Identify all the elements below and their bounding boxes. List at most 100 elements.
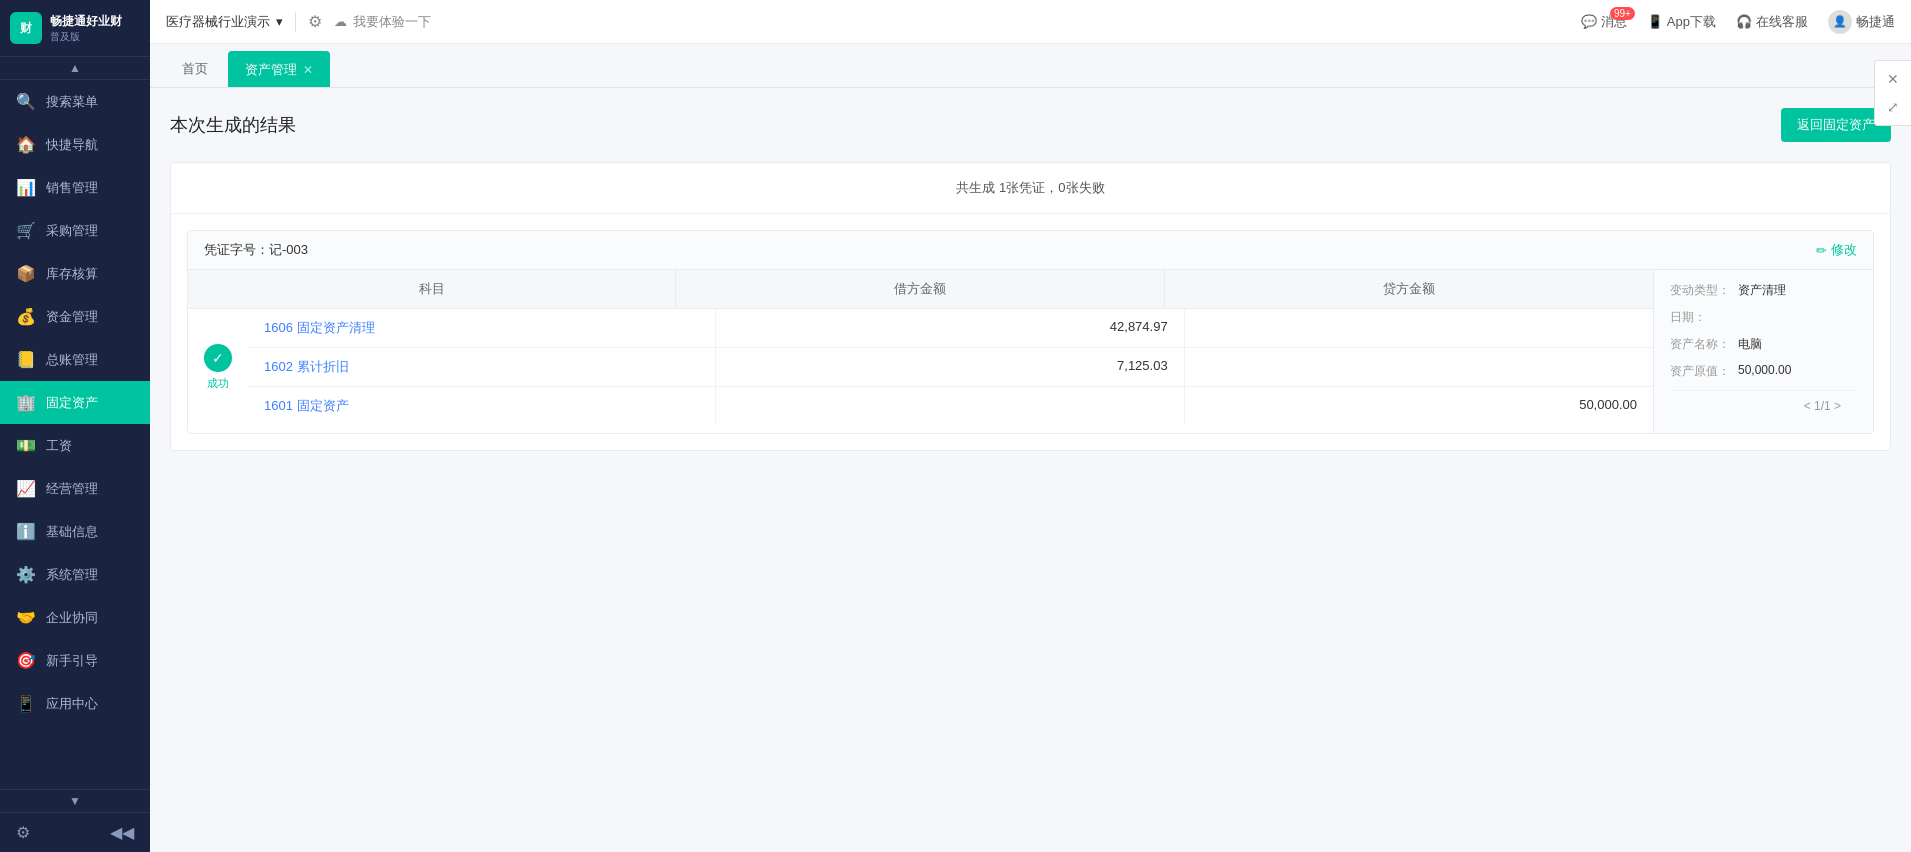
sidebar-item-quick-nav[interactable]: 🏠 快捷导航 [0,123,150,166]
voucher-body: 科目 借方金额 贷方金额 ✓ 成功 1606 固定资产清理 [188,270,1873,433]
topbar-settings-icon[interactable]: ⚙ [308,12,322,31]
avatar: 👤 [1828,10,1852,34]
app-logo-icon: 财 [10,12,42,44]
sidebar-item-label: 固定资产 [46,394,98,412]
sidebar-item-label: 经营管理 [46,480,98,498]
sidebar-item-label: 资金管理 [46,308,98,326]
salary-icon: 💵 [16,436,36,455]
download-icon: 📱 [1647,14,1663,29]
credit-cell-3: 50,000.00 [1185,387,1653,425]
purchase-icon: 🛒 [16,221,36,240]
tab-asset-mgmt-label: 资产管理 [245,61,297,79]
sidebar-item-guide[interactable]: 🎯 新手引导 [0,639,150,682]
funds-icon: 💰 [16,307,36,326]
debit-cell-3 [716,387,1184,425]
date-item: 日期： [1670,309,1857,326]
message-icon: 💬 [1581,14,1597,29]
sidebar: 财 畅捷通好业财 普及版 ▲ 🔍 搜索菜单🏠 快捷导航📊 销售管理🛒 采购管理📦… [0,0,150,852]
enterprise-icon: 🤝 [16,608,36,627]
table-row-wrapper: ✓ 成功 1606 固定资产清理 42,874.97 160 [188,309,1653,425]
voucher-table: 科目 借方金额 贷方金额 ✓ 成功 1606 固定资产清理 [188,270,1653,433]
success-indicator: ✓ 成功 [188,336,248,399]
online-service-btn[interactable]: 🎧 在线客服 [1736,13,1808,31]
tab-close-icon[interactable]: ✕ [303,63,313,77]
sidebar-item-ledger[interactable]: 📒 总账管理 [0,338,150,381]
voucher-number: 凭证字号：记-003 [204,241,308,259]
main-area: 医疗器械行业演示 ▾ ⚙ ☁ 我要体验一下 💬 消息 99+ 📱 App下载 🎧… [150,0,1911,852]
username: 畅捷通 [1856,13,1895,31]
sidebar-item-app-center[interactable]: 📱 应用中心 [0,682,150,725]
cloud-icon: ☁ [334,14,347,29]
table-row: 1602 累计折旧 7,125.03 [248,348,1653,387]
sidebar-item-salary[interactable]: 💵 工资 [0,424,150,467]
asset-name-label: 资产名称： [1670,336,1730,353]
table-rows: 1606 固定资产清理 42,874.97 1602 累计折旧 7,125.03 [248,309,1653,425]
success-text: 成功 [207,376,229,391]
subject-cell-1[interactable]: 1606 固定资产清理 [248,309,716,347]
sidebar-item-funds[interactable]: 💰 资金管理 [0,295,150,338]
success-icon: ✓ [204,344,232,372]
online-service-label: 在线客服 [1756,13,1808,31]
message-btn[interactable]: 💬 消息 99+ [1581,13,1627,31]
collapse-icon[interactable]: ◀◀ [110,823,134,842]
sidebar-footer: ⚙ ◀◀ [0,812,150,852]
subject-cell-3[interactable]: 1601 固定资产 [248,387,716,425]
sales-icon: 📊 [16,178,36,197]
content-area: 本次生成的结果 返回固定资产 共生成 1张凭证，0张失败 凭证字号：记-003 … [150,88,1911,852]
sidebar-item-basic-info[interactable]: ℹ️ 基础信息 [0,510,150,553]
debit-cell-2: 7,125.03 [716,348,1184,386]
sidebar-item-purchase[interactable]: 🛒 采购管理 [0,209,150,252]
app-center-icon: 📱 [16,694,36,713]
quick-nav-icon: 🏠 [16,135,36,154]
tab-asset-mgmt[interactable]: 资产管理 ✕ [228,51,330,87]
sidebar-item-label: 系统管理 [46,566,98,584]
sidebar-nav: 🔍 搜索菜单🏠 快捷导航📊 销售管理🛒 采购管理📦 库存核算💰 资金管理📒 总账… [0,80,150,789]
sidebar-item-enterprise[interactable]: 🤝 企业协同 [0,596,150,639]
pagination[interactable]: < 1/1 > [1670,390,1857,421]
float-controls: ✕ ⤢ [1874,60,1911,126]
message-badge: 99+ [1610,7,1635,20]
credit-cell-1 [1185,309,1653,347]
edit-icon: ✏ [1816,243,1827,258]
try-label: 我要体验一下 [353,13,431,31]
expand-panel-btn[interactable]: ⤢ [1881,95,1905,119]
asset-name-value: 电脑 [1738,336,1762,353]
edit-voucher-button[interactable]: ✏ 修改 [1816,241,1857,259]
tab-home-label: 首页 [182,60,208,78]
sidebar-logo: 财 畅捷通好业财 普及版 [0,0,150,57]
scroll-up-btn[interactable]: ▲ [69,61,81,75]
user-profile[interactable]: 👤 畅捷通 [1828,10,1895,34]
sidebar-item-operations[interactable]: 📈 经营管理 [0,467,150,510]
operations-icon: 📈 [16,479,36,498]
table-header: 科目 借方金额 贷方金额 [188,270,1653,309]
voucher-section: 凭证字号：记-003 ✏ 修改 科目 借方金额 贷方金额 [187,230,1874,434]
close-panel-btn[interactable]: ✕ [1881,67,1905,91]
sidebar-item-search[interactable]: 🔍 搜索菜单 [0,80,150,123]
sidebar-item-inventory[interactable]: 📦 库存核算 [0,252,150,295]
guide-icon: 🎯 [16,651,36,670]
settings-icon[interactable]: ⚙ [16,823,30,842]
sidebar-item-label: 采购管理 [46,222,98,240]
sidebar-item-label: 销售管理 [46,179,98,197]
subject-cell-2[interactable]: 1602 累计折旧 [248,348,716,386]
sidebar-item-fixed-assets[interactable]: 🏢 固定资产 [0,381,150,424]
sidebar-item-label: 库存核算 [46,265,98,283]
app-download-btn[interactable]: 📱 App下载 [1647,13,1716,31]
result-summary: 共生成 1张凭证，0张失败 [171,163,1890,214]
tabbar: 首页 资产管理 ✕ [150,44,1911,88]
topbar-right: 💬 消息 99+ 📱 App下载 🎧 在线客服 👤 畅捷通 [1581,10,1895,34]
sidebar-item-system[interactable]: ⚙️ 系统管理 [0,553,150,596]
change-type-value: 资产清理 [1738,282,1786,299]
result-panel: 共生成 1张凭证，0张失败 凭证字号：记-003 ✏ 修改 科目 借方金额 贷方… [170,162,1891,451]
scroll-down-btn[interactable]: ▼ [69,794,81,808]
sidebar-item-sales[interactable]: 📊 销售管理 [0,166,150,209]
date-label: 日期： [1670,309,1706,326]
try-feature-btn[interactable]: ☁ 我要体验一下 [334,13,431,31]
service-icon: 🎧 [1736,14,1752,29]
table-row: 1606 固定资产清理 42,874.97 [248,309,1653,348]
company-selector[interactable]: 医疗器械行业演示 ▾ [166,13,283,31]
col-credit: 贷方金额 [1165,270,1653,308]
sidebar-item-label: 基础信息 [46,523,98,541]
tab-home[interactable]: 首页 [166,51,224,87]
voucher-side-info: 变动类型： 资产清理 日期： 资产名称： 电脑 资产原值： [1653,270,1873,433]
